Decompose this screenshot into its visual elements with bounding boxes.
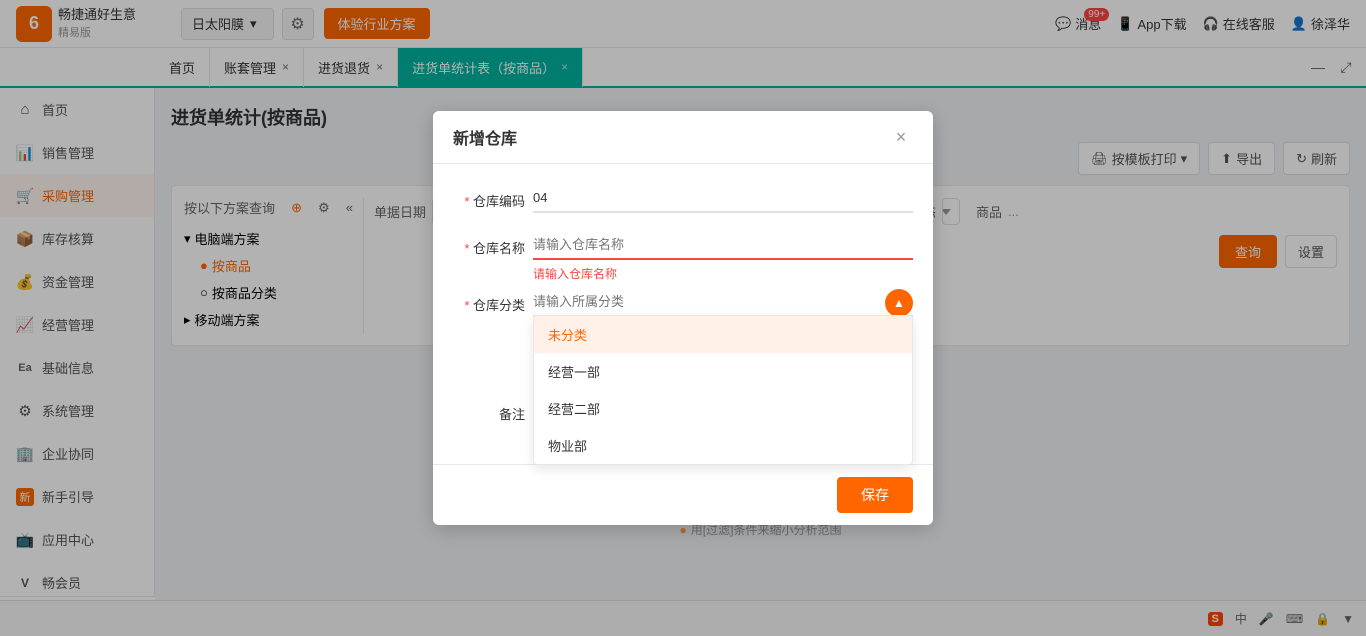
category-dropdown-button[interactable]: ▲ [885,289,913,317]
dropdown-item-uncategorized[interactable]: 未分类 [534,316,912,353]
save-button[interactable]: 保存 [837,477,913,513]
dropdown-item-ops2[interactable]: 经营二部 [534,390,912,427]
modal-header: 新增仓库 × [433,111,933,164]
modal-footer: 保存 [433,464,933,525]
category-label: 仓库分类 [453,288,533,314]
category-dropdown-list: 未分类 经营一部 经营二部 物业部 [533,315,913,465]
name-input[interactable] [533,231,913,260]
category-row: ▲ [533,288,913,317]
form-row-code: 仓库编码 [453,184,913,213]
form-row-name: 仓库名称 请输入仓库名称 [453,231,913,260]
notes-label: 备注 [453,397,533,423]
form-row-category: 仓库分类 ▲ 未分类 经营一部 经营二部 [453,288,913,317]
dropdown-item-property[interactable]: 物业部 [534,427,912,464]
code-input[interactable] [533,184,913,213]
modal-close-button[interactable]: × [889,125,913,149]
modal-body: 仓库编码 仓库名称 请输入仓库名称 仓库分类 ▲ 未分类 [433,164,933,464]
dropdown-item-ops1[interactable]: 经营一部 [534,353,912,390]
name-label: 仓库名称 [453,231,533,257]
modal-overlay: 新增仓库 × 仓库编码 仓库名称 请输入仓库名称 仓库分类 ▲ [0,0,1366,636]
category-input[interactable] [533,288,913,317]
modal-title: 新增仓库 [453,125,517,149]
code-label: 仓库编码 [453,184,533,210]
name-error-msg: 请输入仓库名称 [533,265,617,282]
new-warehouse-modal: 新增仓库 × 仓库编码 仓库名称 请输入仓库名称 仓库分类 ▲ [433,111,933,525]
